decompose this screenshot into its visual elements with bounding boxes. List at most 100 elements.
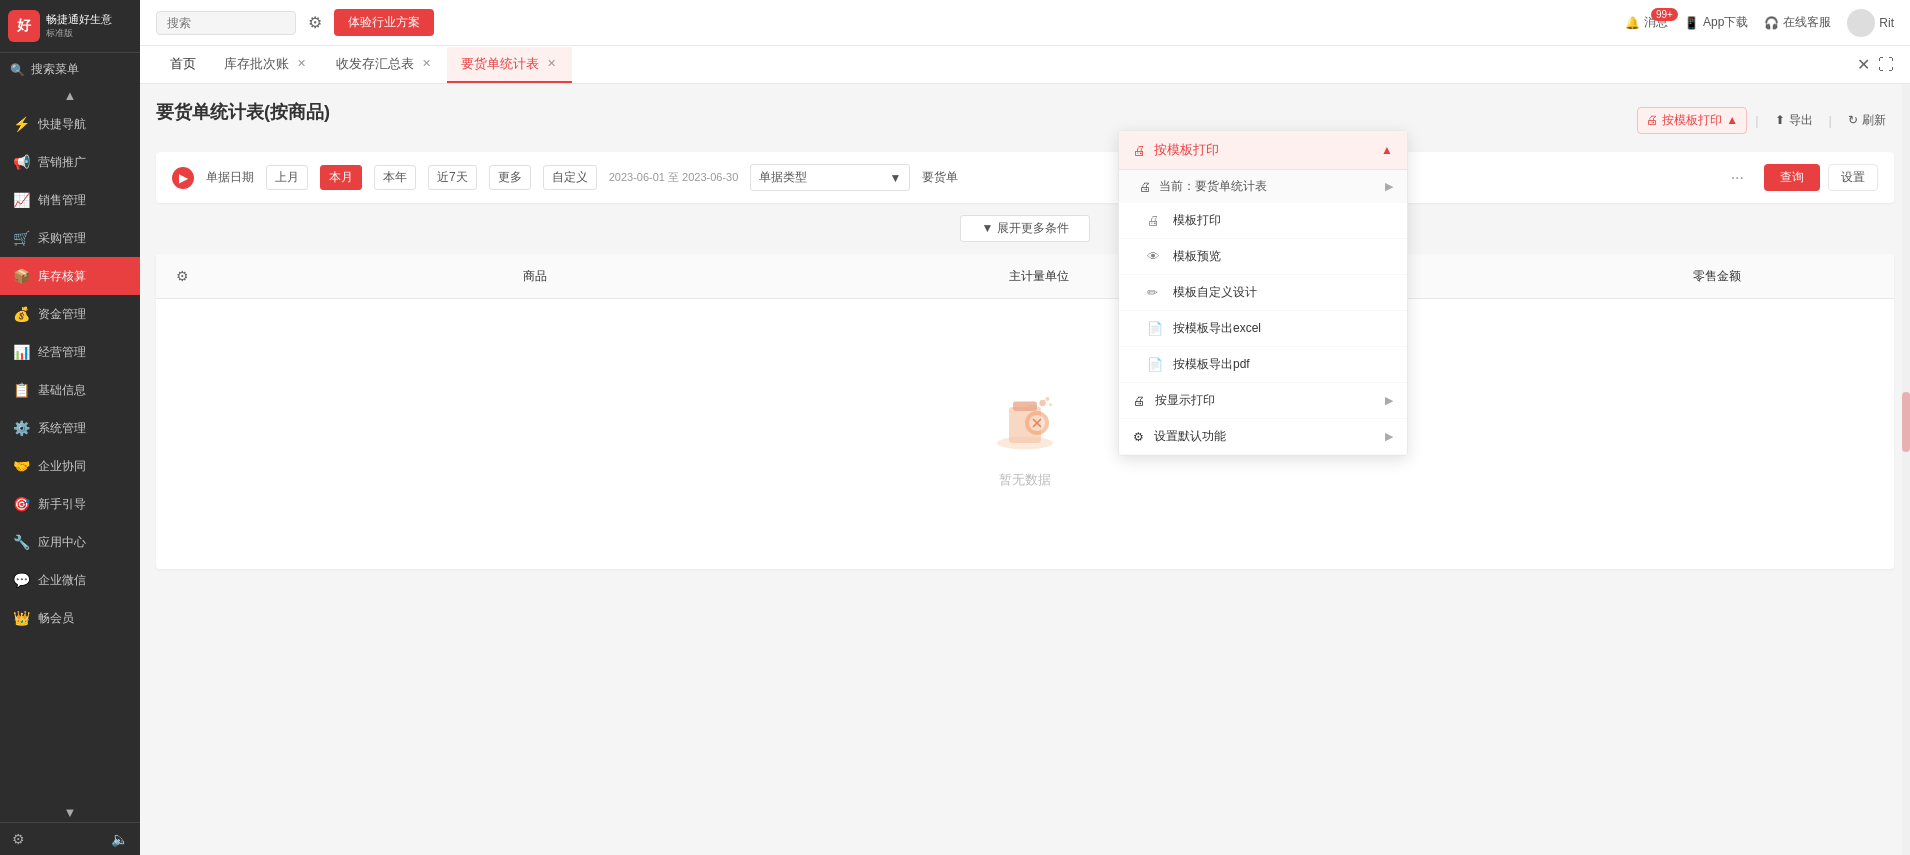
expand-more-bar: ▼ 展开更多条件 [156, 215, 1894, 242]
tab-close-order-stats[interactable]: ✕ [545, 57, 558, 70]
expand-icon: ▼ [981, 221, 993, 235]
dropdown-header[interactable]: 🖨 按模板打印 ▲ [1119, 131, 1407, 170]
filter-actions: ··· 查询 设置 [1719, 164, 1878, 191]
notifications-btn[interactable]: 🔔 消息 99+ [1625, 14, 1668, 31]
date-more-btn[interactable]: 更多 [489, 165, 531, 190]
app-center-icon: 🔧 [12, 533, 30, 551]
sidebar-item-label: 经营管理 [38, 344, 86, 361]
topbar-gear-icon[interactable]: ⚙ [308, 13, 322, 32]
tab-close-inventory-batch[interactable]: ✕ [295, 57, 308, 70]
sidebar-item-operations[interactable]: 📊 经营管理 [0, 333, 140, 371]
sidebar-item-collab[interactable]: 🤝 企业协同 [0, 447, 140, 485]
date-last-7-days-btn[interactable]: 近7天 [428, 165, 477, 190]
sidebar-nav: ⚡ 快捷导航 📢 营销推广 📈 销售管理 🛒 采购管理 📦 库存核算 💰 资金管… [0, 105, 140, 803]
logo-icon: 好 [8, 10, 40, 42]
refresh-btn[interactable]: ↻ 刷新 [1840, 108, 1894, 133]
marketing-icon: 📢 [12, 153, 30, 171]
user-name: Rit [1879, 16, 1894, 30]
main-area: ⚙ 体验行业方案 🔔 消息 99+ 📱 App下载 🎧 在线客服 Rit [140, 0, 1910, 855]
svg-point-7 [1039, 400, 1045, 406]
sidebar-item-label: 资金管理 [38, 306, 86, 323]
sidebar-item-marketing[interactable]: 📢 营销推广 [0, 143, 140, 181]
tab-maximize-btn[interactable]: ⛶ [1878, 55, 1894, 74]
dropdown-template-export-excel[interactable]: 📄 按模板导出excel [1119, 311, 1407, 347]
printer-header-icon: 🖨 [1133, 143, 1146, 158]
doc-type-select[interactable]: 单据类型 ▼ [750, 164, 910, 191]
user-avatar-area[interactable]: Rit [1847, 9, 1894, 37]
current-template-label: 当前：要货单统计表 [1159, 178, 1267, 195]
sidebar-item-label: 快捷导航 [38, 116, 86, 133]
sales-icon: 📈 [12, 191, 30, 209]
app-name: 畅捷通好生意 [46, 12, 112, 26]
dropdown-template-print[interactable]: 🖨 模板打印 [1119, 203, 1407, 239]
phone-icon: 📱 [1684, 16, 1699, 30]
dropdown-template-export-pdf[interactable]: 📄 按模板导出pdf [1119, 347, 1407, 383]
refresh-icon: ↻ [1848, 113, 1858, 127]
date-this-year-btn[interactable]: 本年 [374, 165, 416, 190]
table-settings-icon[interactable]: ⚙ [168, 262, 196, 290]
tabbar: 首页 库存批次账 ✕ 收发存汇总表 ✕ 要货单统计表 ✕ ✕ ⛶ [140, 46, 1910, 84]
app-badge: 标准版 [46, 27, 112, 40]
tab-order-stats[interactable]: 要货单统计表 ✕ [447, 47, 572, 83]
dropdown-template-preview[interactable]: 👁 模板预览 [1119, 239, 1407, 275]
tab-inventory-batch[interactable]: 库存批次账 ✕ [210, 47, 322, 83]
col-product: 商品 [204, 268, 866, 285]
pdf-icon: 📄 [1147, 357, 1163, 372]
sidebar-scroll-down[interactable]: ▼ [0, 803, 140, 822]
dropdown-display-print[interactable]: 🖨 按显示打印 ▶ [1119, 383, 1407, 419]
topbar-right: 🔔 消息 99+ 📱 App下载 🎧 在线客服 Rit [1625, 9, 1894, 37]
sidebar: 好 畅捷通好生意 标准版 🔍 搜索菜单 ▲ ⚡ 快捷导航 📢 营销推广 📈 销售… [0, 0, 140, 855]
more-icon-btn[interactable]: ··· [1719, 164, 1756, 191]
date-this-month-btn[interactable]: 本月 [320, 165, 362, 190]
empty-state: 暂无数据 [156, 299, 1894, 569]
online-service-btn[interactable]: 🎧 在线客服 [1764, 14, 1831, 31]
expand-more-btn[interactable]: ▼ 展开更多条件 [960, 215, 1089, 242]
sidebar-item-wechat[interactable]: 💬 企业微信 [0, 561, 140, 599]
dropdown-set-default[interactable]: ⚙ 设置默认功能 ▶ [1119, 419, 1407, 455]
current-chevron-icon: ▶ [1385, 180, 1393, 193]
filter-expand-toggle[interactable]: ▶ [172, 167, 194, 189]
svg-point-9 [1049, 403, 1052, 406]
dropdown-current-template[interactable]: 🖨 当前：要货单统计表 ▶ [1119, 170, 1407, 203]
export-btn[interactable]: ⬆ 导出 [1767, 108, 1821, 133]
sidebar-search[interactable]: 🔍 搜索菜单 [0, 53, 140, 86]
tab-receipt-summary[interactable]: 收发存汇总表 ✕ [322, 47, 447, 83]
topbar-search-input[interactable] [156, 11, 296, 35]
date-custom-btn[interactable]: 自定义 [543, 165, 597, 190]
sidebar-item-system[interactable]: ⚙️ 系统管理 [0, 409, 140, 447]
sidebar-item-quick-nav[interactable]: ⚡ 快捷导航 [0, 105, 140, 143]
date-last-month-btn[interactable]: 上月 [266, 165, 308, 190]
print-template-btn[interactable]: 🖨 按模板打印 ▲ [1637, 107, 1747, 134]
collab-icon: 🤝 [12, 457, 30, 475]
app-download-btn[interactable]: 📱 App下载 [1684, 14, 1748, 31]
sidebar-item-basic-info[interactable]: 📋 基础信息 [0, 371, 140, 409]
sidebar-item-app-center[interactable]: 🔧 应用中心 [0, 523, 140, 561]
sidebar-item-member[interactable]: 👑 畅会员 [0, 599, 140, 637]
sidebar-item-guide[interactable]: 🎯 新手引导 [0, 485, 140, 523]
date-filter-label: 单据日期 [206, 169, 254, 186]
sidebar-settings-btn[interactable]: ⚙ [12, 831, 25, 847]
tab-close-all-btn[interactable]: ✕ [1857, 55, 1870, 74]
settings-btn[interactable]: 设置 [1828, 164, 1878, 191]
query-btn[interactable]: 查询 [1764, 164, 1820, 191]
tab-close-receipt-summary[interactable]: ✕ [420, 57, 433, 70]
tab-home[interactable]: 首页 [156, 47, 210, 83]
export-icon: ⬆ [1775, 113, 1785, 127]
sidebar-scroll-up[interactable]: ▲ [0, 86, 140, 105]
sidebar-item-sales[interactable]: 📈 销售管理 [0, 181, 140, 219]
tabbar-actions: ✕ ⛶ [1857, 55, 1894, 74]
scrollbar-thumb[interactable] [1902, 392, 1910, 452]
date-range-display: 2023-06-01 至 2023-06-30 [609, 170, 739, 185]
topbar: ⚙ 体验行业方案 🔔 消息 99+ 📱 App下载 🎧 在线客服 Rit [140, 0, 1910, 46]
vertical-scrollbar[interactable] [1902, 84, 1910, 855]
sidebar-item-finance[interactable]: 💰 资金管理 [0, 295, 140, 333]
sidebar-audio-btn[interactable]: 🔈 [111, 831, 128, 847]
industry-solution-btn[interactable]: 体验行业方案 [334, 9, 434, 36]
dropdown-close-chevron[interactable]: ▲ [1381, 143, 1393, 157]
sidebar-item-inventory[interactable]: 📦 库存核算 [0, 257, 140, 295]
sidebar-item-label: 应用中心 [38, 534, 86, 551]
sidebar-item-purchase[interactable]: 🛒 采购管理 [0, 219, 140, 257]
set-default-icon: ⚙ [1133, 430, 1144, 444]
sidebar-item-label: 营销推广 [38, 154, 86, 171]
dropdown-template-custom[interactable]: ✏ 模板自定义设计 [1119, 275, 1407, 311]
